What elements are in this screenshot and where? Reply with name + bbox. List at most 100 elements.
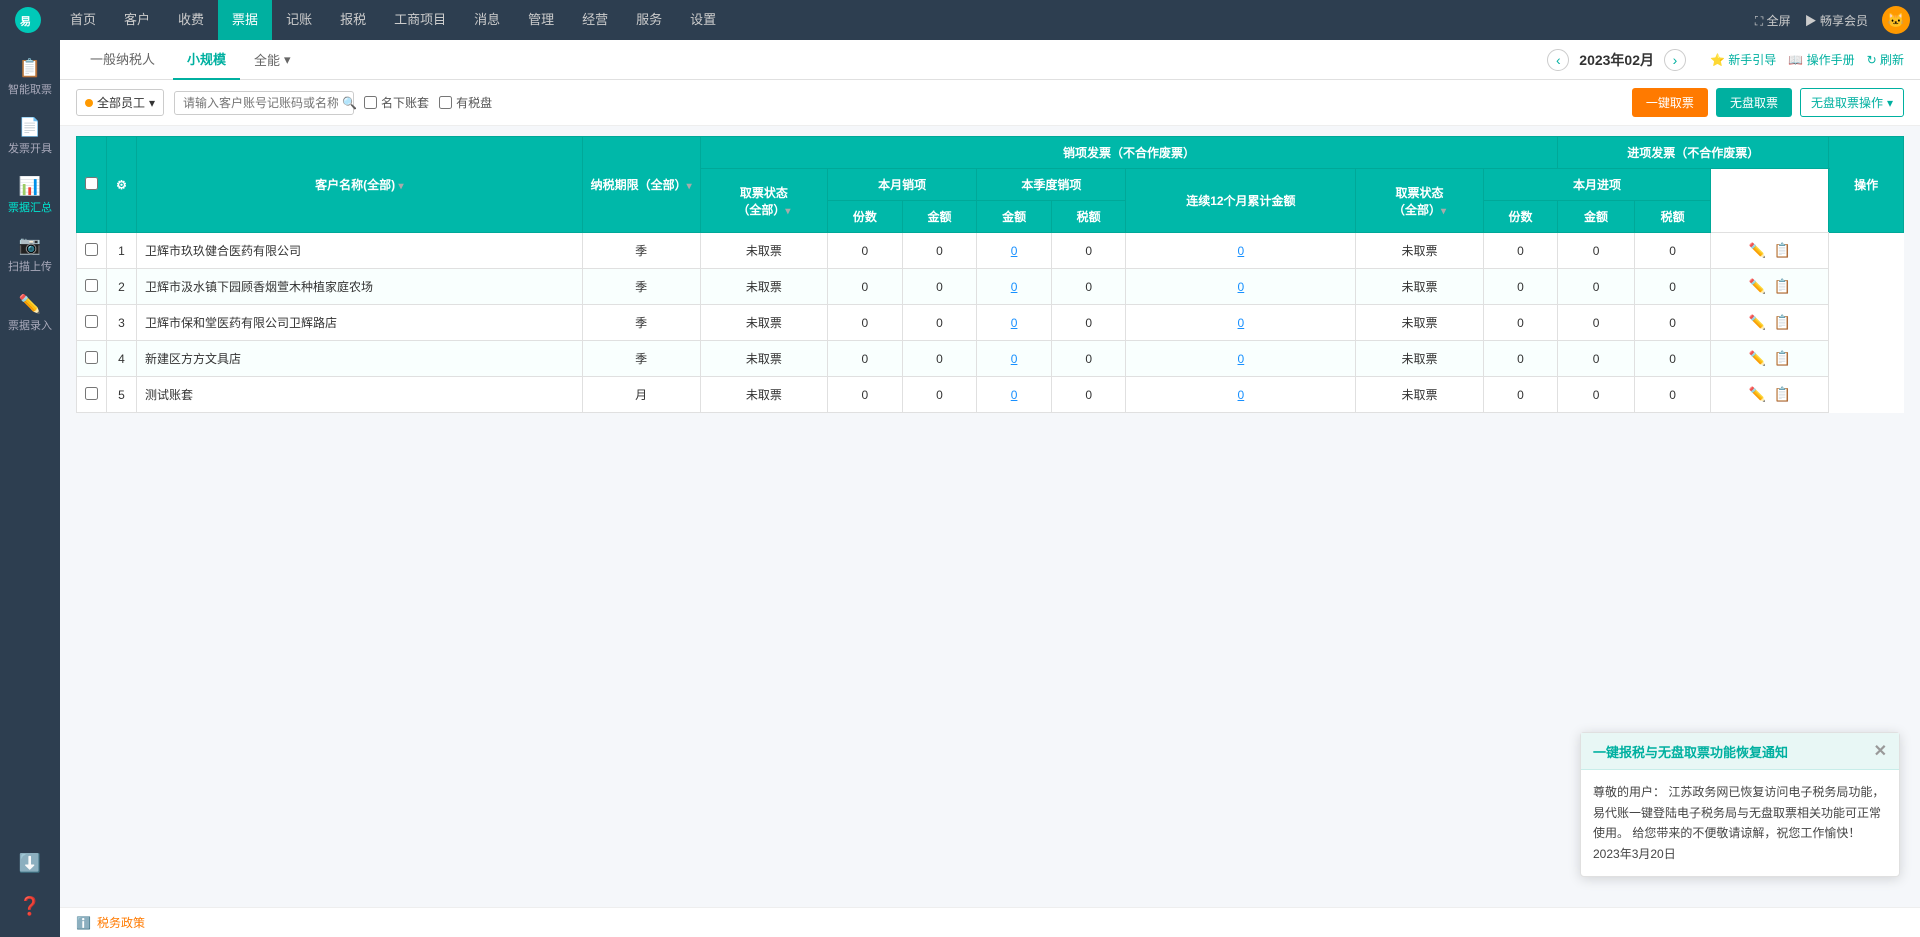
- sidebar-item-smart-ticket[interactable]: 📋 智能取票: [2, 50, 58, 105]
- month-sale-count-header: 份数: [828, 201, 903, 233]
- purchase-status-header: 取票状态（全部）▾: [1356, 169, 1483, 233]
- search-icon[interactable]: 🔍: [342, 96, 357, 110]
- nav-business[interactable]: 工商项目: [380, 0, 460, 40]
- next-month-btn[interactable]: ›: [1664, 49, 1686, 71]
- nav-service[interactable]: 服务: [622, 0, 676, 40]
- month-label: 2023年02月: [1579, 50, 1654, 70]
- nav-settings[interactable]: 设置: [676, 0, 730, 40]
- sidebar-item-entry[interactable]: ✏️ 票据录入: [2, 286, 58, 341]
- detail-btn[interactable]: 📋: [1772, 276, 1793, 297]
- nav-invoice[interactable]: 票据: [218, 0, 272, 40]
- sidebar-item-download[interactable]: ⬇️: [2, 845, 58, 884]
- notification-header: 一键报税与无盘取票功能恢复通知 ✕: [1581, 733, 1899, 770]
- row-number: 3: [107, 305, 137, 341]
- quarter-sale-amount: 0: [977, 341, 1052, 377]
- nav-right-area: ⛶ 全屏 ▶ 畅享会员 🐱: [1755, 6, 1910, 34]
- customer-name: 新建区方方文具店: [137, 341, 583, 377]
- checkbox-sub-account[interactable]: 名下账套: [364, 94, 429, 111]
- sale-status: 未取票: [700, 377, 827, 413]
- checkbox-tax-disk[interactable]: 有税盘: [439, 94, 492, 111]
- no-disk-ops-btn[interactable]: 无盘取票操作 ▾: [1800, 88, 1904, 117]
- row-actions: ✏️ 📋: [1711, 233, 1829, 269]
- quarter-sale-amount-header: 金额: [977, 201, 1052, 233]
- nav-message[interactable]: 消息: [460, 0, 514, 40]
- scan-icon: 📷: [19, 235, 41, 256]
- one-click-ticket-btn[interactable]: 一键取票: [1632, 88, 1708, 117]
- sale-status: 未取票: [700, 269, 827, 305]
- month-navigation: ‹ 2023年02月 ›: [1547, 49, 1686, 71]
- fullscreen-btn[interactable]: ⛶ 全屏: [1755, 12, 1791, 29]
- settings-header: ⚙: [107, 137, 137, 233]
- notification-body: 尊敬的用户： 江苏政务网已恢复访问电子税务局功能，易代账一键登陆电子税务局与无盘…: [1581, 770, 1899, 876]
- row-actions: ✏️ 📋: [1711, 269, 1829, 305]
- edit-btn[interactable]: ✏️: [1747, 276, 1768, 297]
- sidebar-item-help[interactable]: ❓: [2, 888, 58, 927]
- nav-tax[interactable]: 报税: [326, 0, 380, 40]
- summary-icon: 📊: [19, 176, 41, 197]
- purchase-status: 未取票: [1356, 233, 1483, 269]
- row-checkbox[interactable]: [85, 279, 98, 292]
- sub-account-checkbox[interactable]: [364, 96, 377, 109]
- notification-title: 一键报税与无盘取票功能恢复通知: [1593, 742, 1788, 761]
- sidebar-item-summary[interactable]: 📊 票据汇总: [2, 168, 58, 223]
- notification-close-btn[interactable]: ✕: [1874, 741, 1887, 761]
- month-purchase-amount: 0: [1558, 305, 1635, 341]
- sidebar: 📋 智能取票 📄 发票开具 📊 票据汇总 📷 扫描上传 ✏️ 票据录入 ⬇️ ❓: [0, 40, 60, 937]
- tab-all[interactable]: 全能 ▾: [244, 50, 301, 69]
- prev-month-btn[interactable]: ‹: [1547, 49, 1569, 71]
- month-purchase-amount-header: 金额: [1558, 201, 1635, 233]
- row-checkbox[interactable]: [85, 351, 98, 364]
- search-input[interactable]: [183, 96, 338, 110]
- tab-general-taxpayer[interactable]: 一般纳税人: [76, 40, 169, 80]
- help-icon: ❓: [19, 896, 41, 917]
- row-number: 5: [107, 377, 137, 413]
- row-checkbox-cell: [77, 269, 107, 305]
- month-sale-count: 0: [828, 269, 903, 305]
- nav-accounting[interactable]: 记账: [272, 0, 326, 40]
- detail-btn[interactable]: 📋: [1772, 240, 1793, 261]
- detail-btn[interactable]: 📋: [1772, 348, 1793, 369]
- tab-small-scale[interactable]: 小规模: [173, 40, 240, 80]
- sidebar-item-scan[interactable]: 📷 扫描上传: [2, 227, 58, 282]
- employee-select[interactable]: 全部员工 ▾: [76, 89, 164, 116]
- invoice-table: ⚙ 客户名称(全部) ▾ 纳税期限（全部）▾ 销项发票（不合作废票） 进项发票（…: [76, 136, 1904, 413]
- detail-btn[interactable]: 📋: [1772, 312, 1793, 333]
- checkbox-all-header: [77, 137, 107, 233]
- nav-billing[interactable]: 收费: [164, 0, 218, 40]
- edit-btn[interactable]: ✏️: [1747, 348, 1768, 369]
- refresh-btn[interactable]: ↻ 刷新: [1867, 51, 1904, 68]
- nav-client[interactable]: 客户: [110, 0, 164, 40]
- chevron-down-icon: ▾: [1887, 96, 1893, 110]
- month-sale-amount: 0: [902, 269, 977, 305]
- month-sale-amount-header: 金额: [902, 201, 977, 233]
- quarter-sale-tax: 0: [1051, 341, 1126, 377]
- sidebar-item-issue[interactable]: 📄 发票开具: [2, 109, 58, 164]
- manual-btn[interactable]: 📖 操作手册: [1788, 51, 1854, 68]
- nav-operation[interactable]: 经营: [568, 0, 622, 40]
- notification-popup: 一键报税与无盘取票功能恢复通知 ✕ 尊敬的用户： 江苏政务网已恢复访问电子税务局…: [1580, 732, 1900, 877]
- nav-manage[interactable]: 管理: [514, 0, 568, 40]
- row-number: 2: [107, 269, 137, 305]
- select-all-checkbox[interactable]: [85, 177, 98, 190]
- nav-home[interactable]: 首页: [56, 0, 110, 40]
- edit-btn[interactable]: ✏️: [1747, 240, 1768, 261]
- tax-disk-checkbox[interactable]: [439, 96, 452, 109]
- member-btn[interactable]: ▶ 畅享会员: [1805, 12, 1868, 29]
- row-number: 4: [107, 341, 137, 377]
- tax-period: 季: [582, 305, 700, 341]
- edit-btn[interactable]: ✏️: [1747, 312, 1768, 333]
- month-sale-amount: 0: [902, 341, 977, 377]
- detail-btn[interactable]: 📋: [1772, 384, 1793, 405]
- tax-period-header: 纳税期限（全部）▾: [582, 137, 700, 233]
- month-purchase-amount: 0: [1558, 341, 1635, 377]
- row-checkbox[interactable]: [85, 243, 98, 256]
- no-disk-ticket-btn[interactable]: 无盘取票: [1716, 88, 1792, 117]
- month-purchase-tax: 0: [1634, 269, 1711, 305]
- tax-policy-link[interactable]: 税务政策: [97, 914, 145, 931]
- sale-invoice-header: 销项发票（不合作废票）: [700, 137, 1558, 169]
- row-checkbox[interactable]: [85, 387, 98, 400]
- beginner-guide-btn[interactable]: ⭐ 新手引导: [1710, 51, 1776, 68]
- edit-btn[interactable]: ✏️: [1747, 384, 1768, 405]
- user-avatar[interactable]: 🐱: [1882, 6, 1910, 34]
- row-checkbox[interactable]: [85, 315, 98, 328]
